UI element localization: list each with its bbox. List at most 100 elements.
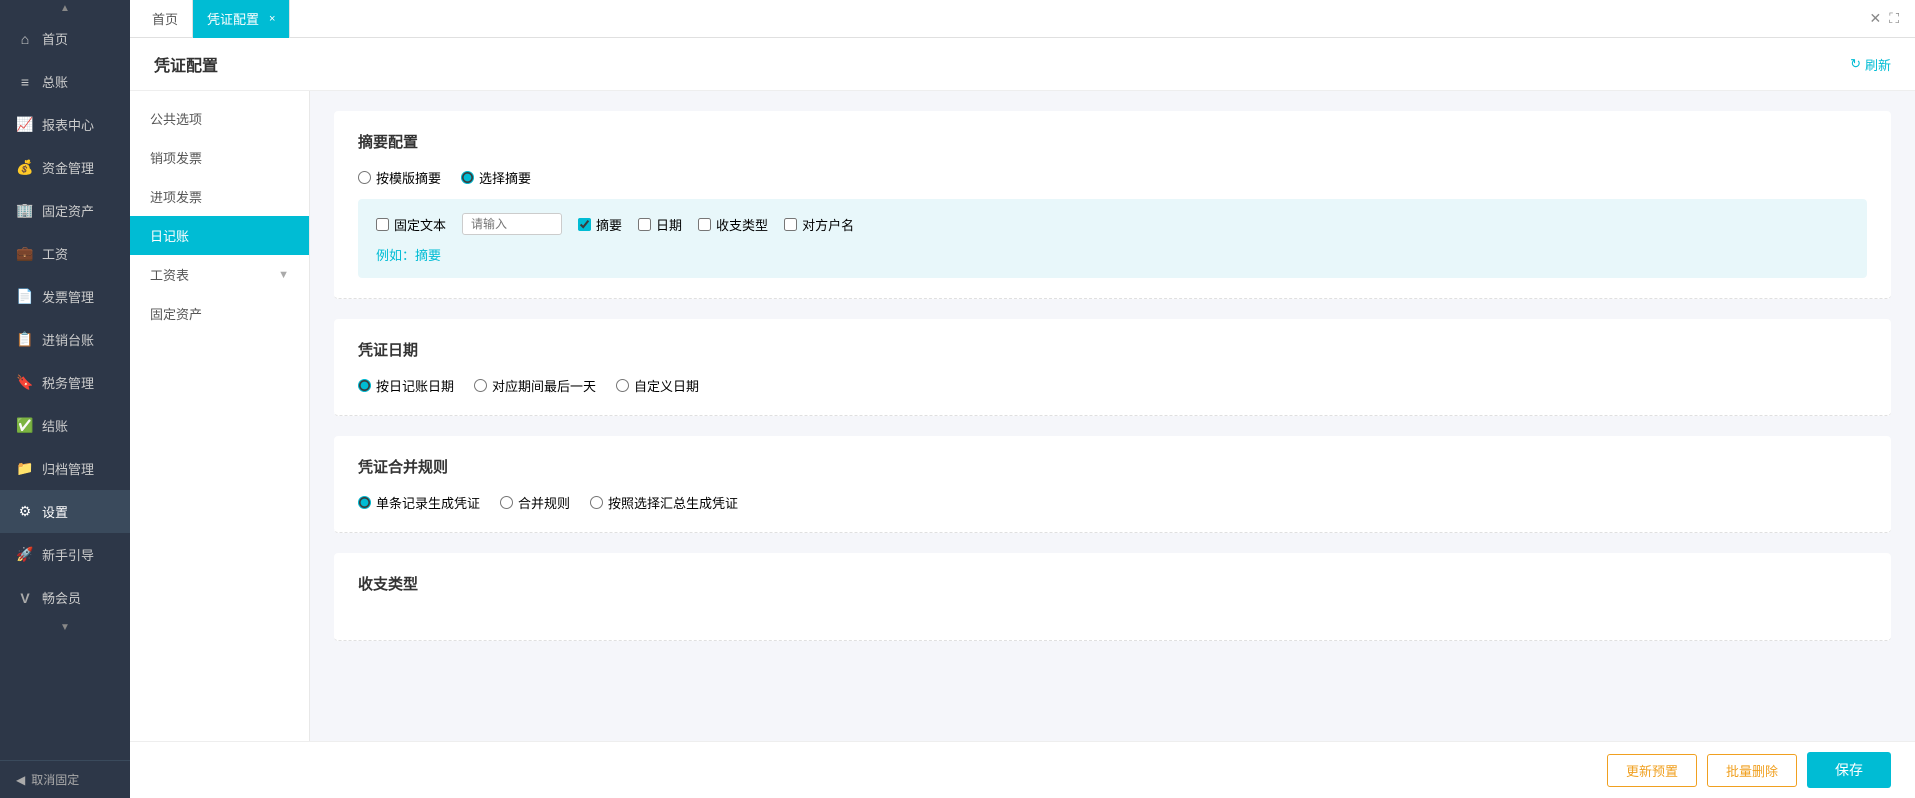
sidebar-scroll-up[interactable]: ▲ <box>0 0 130 17</box>
sidebar-item-invoice[interactable]: 📄 发票管理 <box>0 275 130 318</box>
checkbox-date-input[interactable] <box>638 218 651 231</box>
home-icon: ⌂ <box>16 31 34 47</box>
merge-rule-title: 凭证合并规则 <box>358 456 1867 477</box>
sidebar-item-assets[interactable]: 🏢 固定资产 <box>0 189 130 232</box>
tab-home[interactable]: 首页 <box>138 0 193 38</box>
left-nav-purchase[interactable]: 进项发票 <box>130 177 309 216</box>
voucher-date-radio-group: 按日记账日期 对应期间最后一天 自定义日期 <box>358 376 1867 395</box>
checkbox-fixed-text[interactable]: 固定文本 <box>376 215 446 234</box>
summary-radio-group: 按模版摘要 选择摘要 <box>358 168 1867 187</box>
update-preset-button[interactable]: 更新预置 <box>1607 754 1697 787</box>
left-nav-public[interactable]: 公共选项 <box>130 99 309 138</box>
summary-config-title: 摘要配置 <box>358 131 1867 152</box>
checkbox-counterpart-input[interactable] <box>784 218 797 231</box>
journal-icon: 📋 <box>16 331 34 348</box>
save-button[interactable]: 保存 <box>1807 752 1891 788</box>
sidebar-item-member[interactable]: V 畅会员 <box>0 576 130 619</box>
tab-bar-actions: ✕ ⛶ <box>1869 10 1907 27</box>
main-area: 首页 凭证配置 × ✕ ⛶ 凭证配置 ↻ 刷新 公共选项 销项发票 进 <box>130 0 1915 798</box>
sidebar-item-reports[interactable]: 📈 报表中心 <box>0 103 130 146</box>
merge-rule-radio-single[interactable]: 单条记录生成凭证 <box>358 493 480 512</box>
income-type-title: 收支类型 <box>358 573 1867 594</box>
voucher-date-journal-input[interactable] <box>358 379 371 392</box>
sidebar: ▲ ⌂ 首页 ≡ 总账 📈 报表中心 💰 资金管理 🏢 固定资产 💼 工资 📄 … <box>0 0 130 798</box>
tab-bar: 首页 凭证配置 × ✕ ⛶ <box>130 0 1915 38</box>
sidebar-item-wages[interactable]: 💼 工资 <box>0 232 130 275</box>
window-close-icon[interactable]: ✕ <box>1869 10 1881 27</box>
unpin-icon: ◀ <box>16 773 25 787</box>
checkbox-summary-input[interactable] <box>578 218 591 231</box>
window-resize-icon[interactable]: ⛶ <box>1889 10 1899 27</box>
merge-rule-section: 凭证合并规则 单条记录生成凭证 合并规则 按照选择汇总生成凭证 <box>334 436 1891 533</box>
invoice-icon: 📄 <box>16 288 34 305</box>
sidebar-item-tax[interactable]: 🔖 税务管理 <box>0 361 130 404</box>
right-content: 摘要配置 按模版摘要 选择摘要 固定文本 <box>310 91 1915 741</box>
settings-icon: ⚙ <box>16 503 34 520</box>
sidebar-item-home[interactable]: ⌂ 首页 <box>0 17 130 60</box>
voucher-date-radio-period-last[interactable]: 对应期间最后一天 <box>474 376 596 395</box>
tab-close-icon[interactable]: × <box>269 13 275 25</box>
reports-icon: 📈 <box>16 116 34 133</box>
sidebar-item-guide[interactable]: 🚀 新手引导 <box>0 533 130 576</box>
ledger-icon: ≡ <box>16 74 34 90</box>
bottom-bar: 更新预置 批量删除 保存 <box>130 741 1915 798</box>
sidebar-item-funds[interactable]: 💰 资金管理 <box>0 146 130 189</box>
expand-icon: ▼ <box>278 269 289 281</box>
left-nav: 公共选项 销项发票 进项发票 日记账 工资表 ▼ 固定资产 <box>130 91 310 741</box>
income-type-section: 收支类型 <box>334 553 1891 641</box>
member-icon: V <box>16 590 34 606</box>
checkbox-summary[interactable]: 摘要 <box>578 215 622 234</box>
sidebar-item-ledger[interactable]: ≡ 总账 <box>0 60 130 103</box>
sidebar-item-archive[interactable]: 📁 归档管理 <box>0 447 130 490</box>
checkbox-income-type[interactable]: 收支类型 <box>698 215 768 234</box>
checkbox-counterpart[interactable]: 对方户名 <box>784 215 854 234</box>
left-nav-payroll[interactable]: 工资表 ▼ <box>130 255 309 294</box>
merge-rule-single-input[interactable] <box>358 496 371 509</box>
voucher-date-title: 凭证日期 <box>358 339 1867 360</box>
summary-config-section: 摘要配置 按模版摘要 选择摘要 固定文本 <box>334 111 1891 299</box>
voucher-date-radio-custom[interactable]: 自定义日期 <box>616 376 699 395</box>
merge-rule-radio-merge[interactable]: 合并规则 <box>500 493 570 512</box>
assets-icon: 🏢 <box>16 202 34 219</box>
left-nav-journal[interactable]: 日记账 <box>130 216 309 255</box>
content-layout: 公共选项 销项发票 进项发票 日记账 工资表 ▼ 固定资产 摘要配置 <box>130 91 1915 741</box>
guide-icon: 🚀 <box>16 546 34 563</box>
page-header: 凭证配置 ↻ 刷新 <box>130 38 1915 91</box>
summary-config-box: 固定文本 摘要 日期 收支类型 <box>358 199 1867 278</box>
merge-rule-merge-input[interactable] <box>500 496 513 509</box>
checkbox-date[interactable]: 日期 <box>638 215 682 234</box>
voucher-date-custom-input[interactable] <box>616 379 629 392</box>
settle-icon: ✅ <box>16 417 34 434</box>
left-nav-sales[interactable]: 销项发票 <box>130 138 309 177</box>
sidebar-item-settings[interactable]: ⚙ 设置 <box>0 490 130 533</box>
summary-radio-select-input[interactable] <box>461 171 474 184</box>
merge-rule-select-total-input[interactable] <box>590 496 603 509</box>
fixed-text-input[interactable] <box>462 213 562 235</box>
funds-icon: 💰 <box>16 159 34 176</box>
summary-radio-template-input[interactable] <box>358 171 371 184</box>
sidebar-scroll-down[interactable]: ▼ <box>0 619 130 636</box>
tab-voucher-config[interactable]: 凭证配置 × <box>193 0 290 38</box>
example-text: 例如：摘要 <box>376 245 1849 264</box>
wages-icon: 💼 <box>16 245 34 262</box>
merge-rule-radio-group: 单条记录生成凭证 合并规则 按照选择汇总生成凭证 <box>358 493 1867 512</box>
voucher-date-period-last-input[interactable] <box>474 379 487 392</box>
summary-radio-select[interactable]: 选择摘要 <box>461 168 531 187</box>
sidebar-item-settle[interactable]: ✅ 结账 <box>0 404 130 447</box>
refresh-icon: ↻ <box>1850 56 1861 72</box>
left-nav-fixed-assets[interactable]: 固定资产 <box>130 294 309 333</box>
merge-rule-radio-select-total[interactable]: 按照选择汇总生成凭证 <box>590 493 738 512</box>
page-title: 凭证配置 <box>154 52 218 76</box>
tax-icon: 🔖 <box>16 374 34 391</box>
checkbox-fixed-text-input[interactable] <box>376 218 389 231</box>
checkbox-income-type-input[interactable] <box>698 218 711 231</box>
voucher-date-section: 凭证日期 按日记账日期 对应期间最后一天 自定义日期 <box>334 319 1891 416</box>
refresh-button[interactable]: ↻ 刷新 <box>1850 55 1891 74</box>
archive-icon: 📁 <box>16 460 34 477</box>
summary-radio-template[interactable]: 按模版摘要 <box>358 168 441 187</box>
batch-delete-button[interactable]: 批量删除 <box>1707 754 1797 787</box>
summary-checkboxes: 固定文本 摘要 日期 收支类型 <box>376 213 1849 235</box>
sidebar-item-journal[interactable]: 📋 进销台账 <box>0 318 130 361</box>
voucher-date-radio-journal[interactable]: 按日记账日期 <box>358 376 454 395</box>
sidebar-unpin-button[interactable]: ◀ 取消固定 <box>0 760 130 798</box>
